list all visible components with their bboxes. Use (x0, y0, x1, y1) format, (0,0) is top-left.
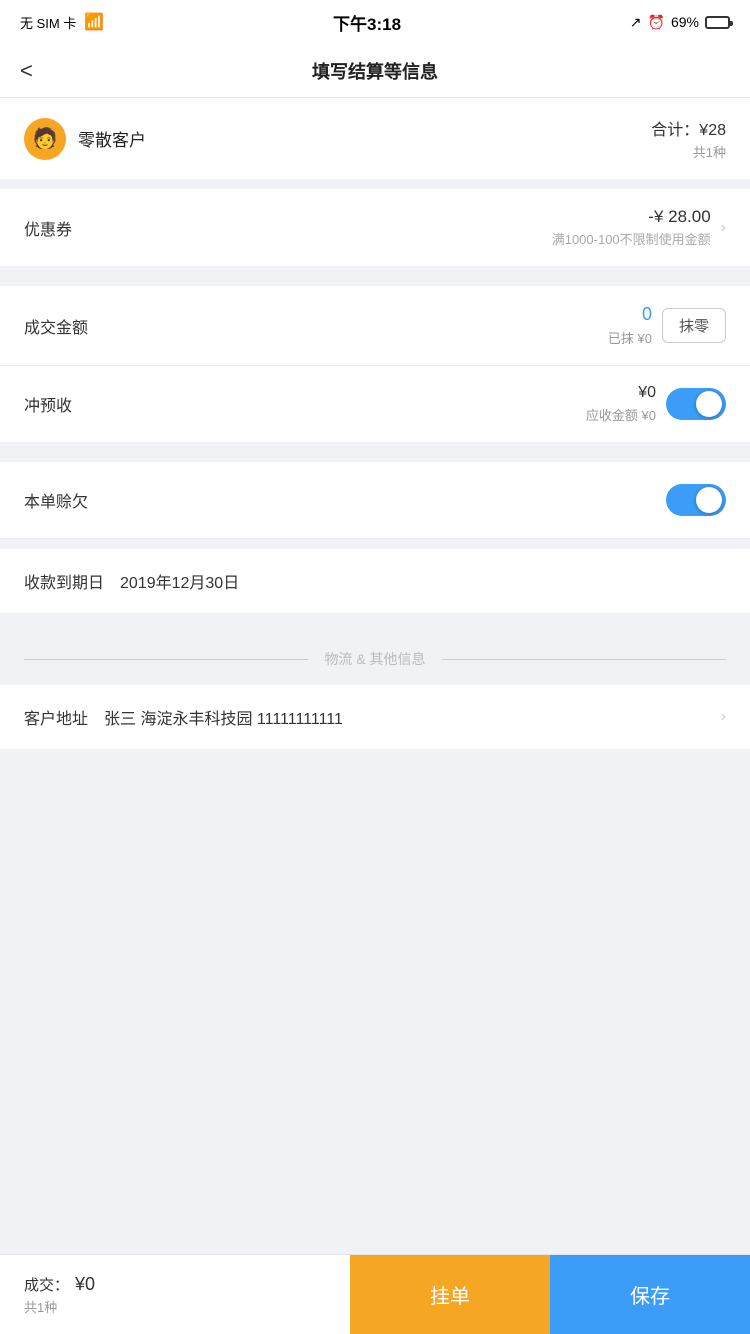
battery-percent: 69% (671, 14, 699, 30)
hold-order-button[interactable]: 挂单 (350, 1255, 550, 1334)
status-left: 无 SIM 卡 📶 (20, 12, 104, 32)
coupon-label: 优惠券 (24, 216, 72, 240)
coupon-discount: -¥ 28.00 (648, 207, 710, 227)
deal-amount-row: 成交金额 0 已抹 ¥0 抹零 (0, 286, 750, 366)
nav-bar: < 填写结算等信息 (0, 44, 750, 98)
section-divider-2 (0, 452, 750, 462)
section-divider-3 (0, 623, 750, 633)
prepay-row: 冲预收 ¥0 应收金额 ¥0 (0, 366, 750, 442)
bottom-deal-amount: ¥0 (75, 1274, 95, 1295)
address-chevron-icon: › (721, 708, 726, 726)
bottom-deal: 成交： ¥0 (24, 1274, 326, 1295)
section-divider-1 (0, 276, 750, 286)
prepay-right: ¥0 应收金额 ¥0 (586, 384, 726, 424)
bottom-count: 共1种 (24, 1297, 326, 1316)
customer-name: 零散客户 (78, 126, 146, 151)
coupon-section: 优惠券 -¥ 28.00 满1000-100不限制使用金额 › (0, 189, 750, 266)
customer-count: 共1种 (651, 142, 726, 161)
deal-amount-sub: 已抹 ¥0 (608, 328, 652, 347)
due-date-label: 收款到期日 (24, 569, 104, 593)
prepay-toggle[interactable] (666, 388, 726, 420)
back-button[interactable]: < (20, 58, 33, 84)
prepay-label: 冲预收 (24, 392, 72, 416)
bottom-deal-label: 成交： (24, 1274, 69, 1295)
due-date-value: 2019年12月30日 (120, 569, 239, 593)
deal-amount-value: 0 (642, 304, 652, 325)
arrearage-row: 本单赊欠 (0, 462, 750, 539)
due-date-row: 收款到期日 2019年12月30日 (0, 549, 750, 613)
address-row[interactable]: 客户地址 张三 海淀永丰科技园 11111111111 › (0, 685, 750, 749)
prepay-col: ¥0 应收金额 ¥0 (586, 384, 656, 424)
status-right: ↗ ⏰ 69% (630, 14, 730, 31)
customer-info: 🧑 零散客户 (24, 118, 146, 160)
coupon-chevron-icon: › (721, 219, 726, 237)
battery-icon (705, 16, 730, 29)
round-off-button[interactable]: 抹零 (662, 308, 726, 343)
logistics-divider: 物流 & 其他信息 (0, 633, 750, 685)
address-label: 客户地址 (24, 705, 88, 729)
deal-amount-label: 成交金额 (24, 314, 88, 338)
customer-total-info: 合计：¥28 共1种 (651, 116, 726, 161)
avatar: 🧑 (24, 118, 66, 160)
bottom-bar: 成交： ¥0 共1种 挂单 保存 (0, 1254, 750, 1334)
deal-amount-col: 0 已抹 ¥0 (608, 304, 652, 347)
logistics-label: 物流 & 其他信息 (324, 649, 425, 669)
customer-row: 🧑 零散客户 合计：¥28 共1种 (0, 98, 750, 179)
bottom-info: 成交： ¥0 共1种 (0, 1274, 350, 1316)
coupon-info: -¥ 28.00 满1000-100不限制使用金额 (552, 207, 711, 248)
deal-amount-section: 成交金额 0 已抹 ¥0 抹零 冲预收 ¥0 应收金额 ¥0 (0, 286, 750, 442)
coupon-right: -¥ 28.00 满1000-100不限制使用金额 › (552, 207, 726, 248)
no-sim-text: 无 SIM 卡 (20, 13, 76, 32)
coupon-row[interactable]: 优惠券 -¥ 28.00 满1000-100不限制使用金额 › (0, 189, 750, 266)
location-icon: ↗ (630, 14, 642, 31)
customer-total: 合计：¥28 (651, 116, 726, 140)
alarm-icon: ⏰ (648, 14, 665, 31)
main-content: 🧑 零散客户 合计：¥28 共1种 优惠券 -¥ 28.00 满1000-100… (0, 98, 750, 849)
status-time: 下午3:18 (333, 10, 401, 35)
status-bar: 无 SIM 卡 📶 下午3:18 ↗ ⏰ 69% (0, 0, 750, 44)
page-title: 填写结算等信息 (312, 58, 438, 84)
wifi-icon: 📶 (84, 12, 104, 32)
prepay-value: ¥0 (638, 384, 656, 402)
deal-amount-right: 0 已抹 ¥0 抹零 (608, 304, 726, 347)
prepay-sub: 应收金额 ¥0 (586, 405, 656, 424)
arrearage-toggle[interactable] (666, 484, 726, 516)
address-value: 张三 海淀永丰科技园 11111111111 (104, 705, 721, 729)
coupon-sub: 满1000-100不限制使用金额 (552, 229, 711, 248)
arrearage-label: 本单赊欠 (24, 488, 88, 512)
save-button[interactable]: 保存 (550, 1255, 750, 1334)
